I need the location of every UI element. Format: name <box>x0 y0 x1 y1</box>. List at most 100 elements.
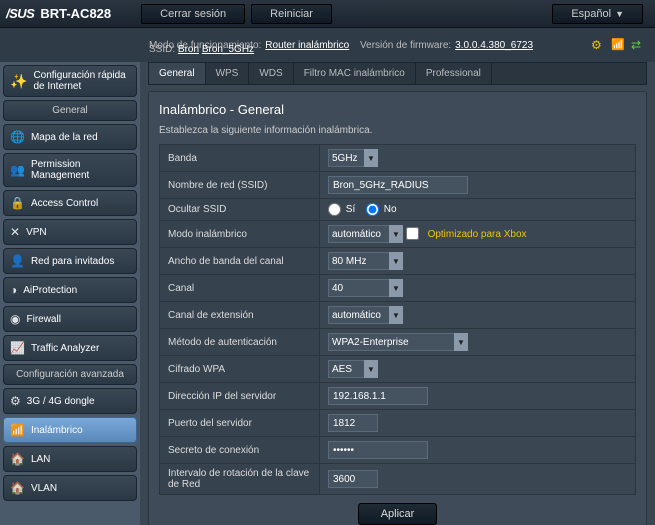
sidebar-group-general: General <box>3 100 137 121</box>
tab-general[interactable]: General <box>149 63 206 84</box>
auth-method-label: Método de autenticación <box>160 329 320 356</box>
encryption-select[interactable] <box>328 360 378 378</box>
sidebar-item-access-control[interactable]: 🔒 Access Control <box>3 190 137 216</box>
band-label: Banda <box>160 145 320 172</box>
sidebar-item-lan[interactable]: 🏠 LAN <box>3 446 137 472</box>
auth-select[interactable] <box>328 333 468 351</box>
vpn-icon: ✕ <box>10 225 20 239</box>
mode-value[interactable]: Router inalámbrico <box>265 40 349 51</box>
ssid-input[interactable] <box>328 176 468 194</box>
sidebar-item-firewall[interactable]: ◉ Firewall <box>3 306 137 332</box>
ssid-name-label: Nombre de red (SSID) <box>160 172 320 199</box>
ssid-value-2[interactable]: Bron_5GHz <box>202 44 254 55</box>
hide-ssid-label: Ocultar SSID <box>160 199 320 221</box>
tabs: General WPS WDS Filtro MAC inalámbrico P… <box>148 62 647 85</box>
server-ip-input[interactable] <box>328 387 428 405</box>
sidebar-label: Permission Management <box>31 159 130 181</box>
sidebar-item-wireless[interactable]: 📶 Inalámbrico <box>3 417 137 443</box>
sidebar: Configuración rápida de Internet General… <box>0 62 140 525</box>
sidebar-label: VLAN <box>31 483 57 494</box>
sidebar-item-vlan[interactable]: 🏠 VLAN <box>3 475 137 501</box>
tab-wps[interactable]: WPS <box>206 63 250 84</box>
sidebar-label: Inalámbrico <box>31 425 83 436</box>
tab-wds[interactable]: WDS <box>249 63 293 84</box>
sidebar-item-vpn[interactable]: ✕ VPN <box>3 219 137 245</box>
firewall-icon: ◉ <box>10 312 20 326</box>
chart-icon: 📈 <box>10 341 25 355</box>
link-icon[interactable] <box>631 38 645 52</box>
band-select[interactable] <box>328 149 378 167</box>
mode-select[interactable] <box>328 225 403 243</box>
sidebar-label: Traffic Analyzer <box>31 343 99 354</box>
lock-icon: 🔒 <box>10 196 25 210</box>
bandwidth-label: Ancho de banda del canal <box>160 248 320 275</box>
sidebar-item-3g4g[interactable]: ⚙ 3G / 4G dongle <box>3 388 137 414</box>
channel-select[interactable] <box>328 279 403 297</box>
server-ip-label: Dirección IP del servidor <box>160 383 320 410</box>
globe-icon: 🌐 <box>10 130 25 144</box>
sidebar-label: LAN <box>31 454 50 465</box>
sidebar-item-network-map[interactable]: 🌐 Mapa de la red <box>3 124 137 150</box>
model-name: BRT-AC828 <box>40 6 111 21</box>
sparkle-icon <box>10 73 27 90</box>
status-icon-1[interactable] <box>591 38 605 52</box>
ext-channel-select[interactable] <box>328 306 403 324</box>
wifi-icon[interactable] <box>611 38 625 52</box>
xbox-checkbox[interactable] <box>406 227 419 240</box>
encryption-label: Cifrado WPA <box>160 356 320 383</box>
users-icon: 👥 <box>10 163 25 177</box>
language-selector[interactable]: Español ▼ <box>552 4 643 24</box>
sidebar-label: AiProtection <box>23 285 77 296</box>
wifi-nav-icon: 📶 <box>10 423 25 437</box>
secret-label: Secreto de conexión <box>160 437 320 464</box>
firmware-label: Versión de firmware: <box>360 40 451 51</box>
logout-button[interactable]: Cerrar sesión <box>141 4 245 24</box>
home-icon: 🏠 <box>10 452 25 466</box>
tab-professional[interactable]: Professional <box>416 63 492 84</box>
info-bar: Modo de funcionamiento: Router inalámbri… <box>0 28 655 62</box>
quick-setup-label: Configuración rápida de Internet <box>33 70 130 92</box>
hide-yes-option[interactable]: Sí <box>328 204 355 215</box>
ssid-label: SSID: <box>149 44 175 55</box>
chevron-down-icon: ▼ <box>615 9 624 19</box>
sidebar-item-permission[interactable]: 👥 Permission Management <box>3 153 137 187</box>
sidebar-label: 3G / 4G dongle <box>27 396 95 407</box>
dongle-icon: ⚙ <box>10 394 21 408</box>
sidebar-label: Mapa de la red <box>31 132 98 143</box>
tab-macfilter[interactable]: Filtro MAC inalámbrico <box>294 63 416 84</box>
firmware-value[interactable]: 3.0.0.4.380_6723 <box>455 40 533 51</box>
hide-no-option[interactable]: No <box>366 204 397 215</box>
sidebar-item-aiprotection[interactable]: ◑ AiProtection <box>3 277 137 303</box>
channel-label: Canal <box>160 275 320 302</box>
language-label: Español <box>571 8 611 20</box>
ext-channel-label: Canal de extensión <box>160 302 320 329</box>
sidebar-item-guest[interactable]: 👤 Red para invitados <box>3 248 137 274</box>
shield-icon: ◑ <box>10 283 17 297</box>
wireless-mode-label: Modo inalámbrico <box>160 221 320 248</box>
panel-title: Inalámbrico - General <box>159 102 636 117</box>
sidebar-label: Access Control <box>31 198 98 209</box>
server-port-input[interactable] <box>328 414 378 432</box>
panel-description: Establezca la siguiente información inal… <box>159 125 636 136</box>
sidebar-label: Firewall <box>26 314 60 325</box>
sidebar-label: Red para invitados <box>31 256 114 267</box>
xbox-label: Optimizado para Xbox <box>428 229 527 240</box>
vlan-icon: 🏠 <box>10 481 25 495</box>
key-rotation-label: Intervalo de rotación de la clave de Red <box>160 464 320 495</box>
secret-input[interactable] <box>328 441 428 459</box>
guest-icon: 👤 <box>10 254 25 268</box>
ssid-value-1[interactable]: Bron <box>178 44 199 55</box>
bandwidth-select[interactable] <box>328 252 403 270</box>
settings-panel: Inalámbrico - General Establezca la sigu… <box>148 91 647 525</box>
key-rotation-input[interactable] <box>328 470 378 488</box>
sidebar-group-advanced: Configuración avanzada <box>3 364 137 385</box>
reboot-button[interactable]: Reiniciar <box>251 4 332 24</box>
form-table: Banda ▼ Nombre de red (SSID) Ocultar SSI… <box>159 144 636 495</box>
brand-logo: /SUS <box>6 6 34 21</box>
apply-button[interactable]: Aplicar <box>358 503 438 525</box>
server-port-label: Puerto del servidor <box>160 410 320 437</box>
sidebar-item-traffic[interactable]: 📈 Traffic Analyzer <box>3 335 137 361</box>
main-content: General WPS WDS Filtro MAC inalámbrico P… <box>140 62 655 525</box>
sidebar-label: VPN <box>26 227 47 238</box>
quick-setup-button[interactable]: Configuración rápida de Internet <box>3 65 137 97</box>
